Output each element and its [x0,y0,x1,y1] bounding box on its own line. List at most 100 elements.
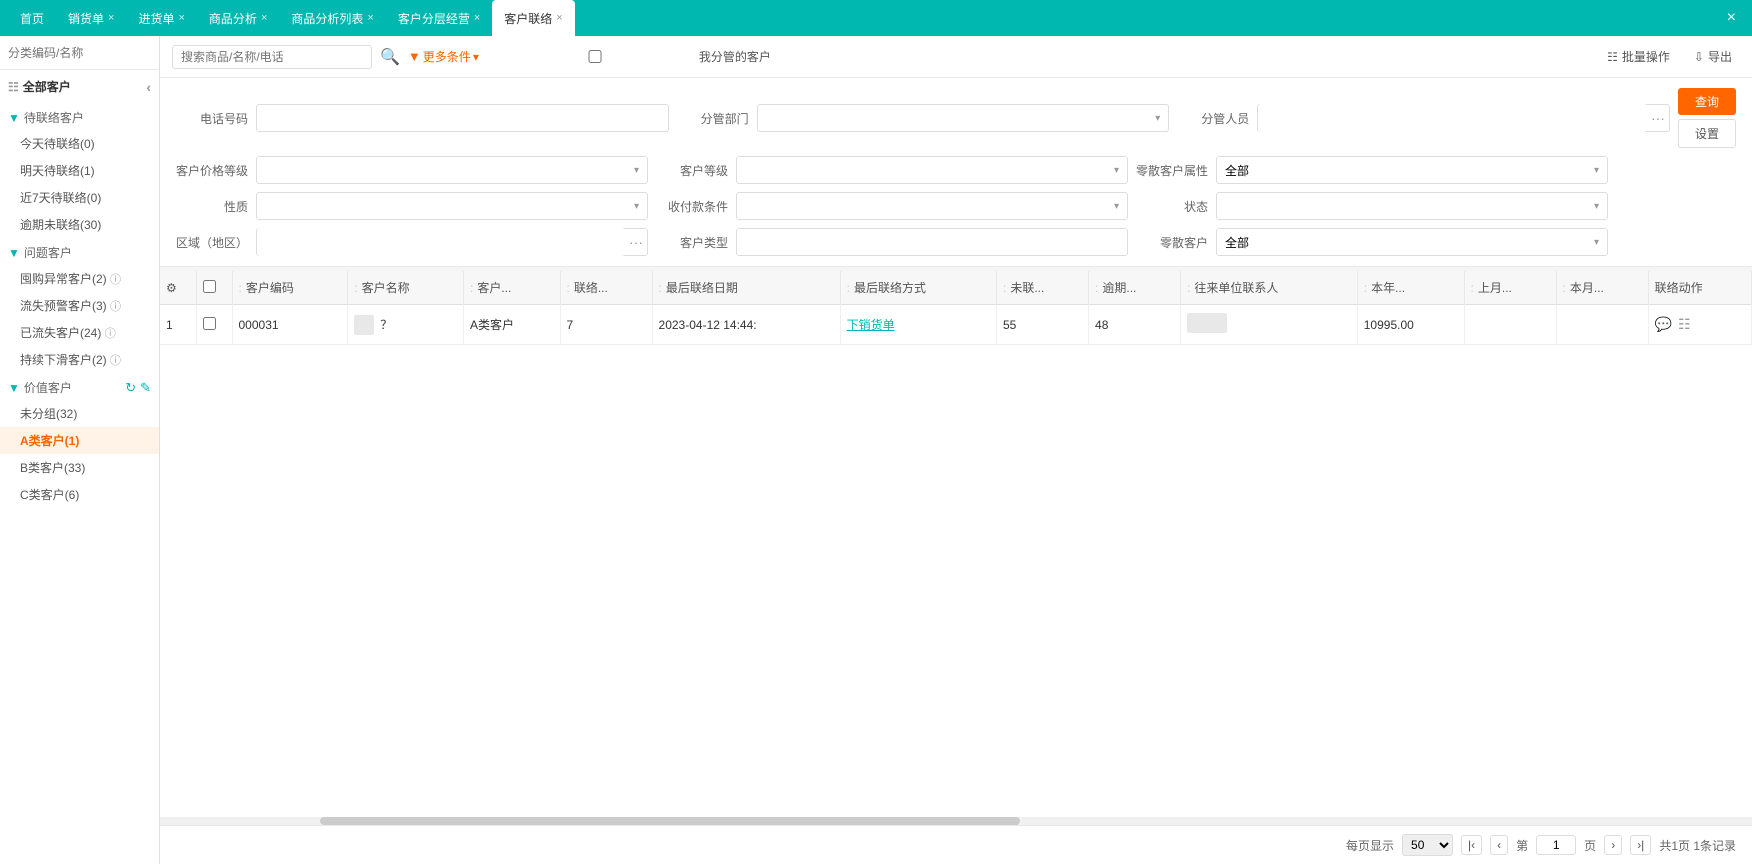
first-page-btn[interactable]: |‹ [1461,835,1482,855]
main-layout: 🔍 ☷ 全部客户 ‹ ▼ 待联络客户 今天待联络(0) 明天待联络(1) 近7天… [0,36,1752,864]
sidebar-churned[interactable]: 已流失客户(24) ⓘ [0,319,159,346]
main-search-icon[interactable]: 🔍 [380,47,400,67]
settings-gear-icon[interactable]: ⚙ [166,281,177,295]
section-pending-contact[interactable]: ▼ 待联络客户 [0,103,159,130]
grid-icon[interactable]: ☷ [1678,316,1691,333]
col-this-year: :本年... [1357,271,1464,305]
department-select[interactable]: ▾ [757,104,1170,132]
filter-row-3: 性质 ▾ 收付款条件 ▾ 状态 [176,192,1736,220]
select-all-checkbox[interactable] [203,280,216,293]
query-btn[interactable]: 查询 [1678,88,1736,115]
nature-select[interactable]: ▾ [256,192,648,220]
horizontal-scrollbar[interactable] [160,817,1752,825]
nav-close-segment[interactable]: × [474,12,480,24]
sidebar-today-contact[interactable]: 今天待联络(0) [0,130,159,157]
refresh-icon[interactable]: ↻ [125,380,136,396]
batch-operation-btn[interactable]: ☷ 批量操作 [1599,44,1678,69]
sidebar-ungrouped[interactable]: 未分组(32) [0,400,159,427]
phone-input[interactable] [256,104,669,132]
section-problem-customers[interactable]: ▼ 问题客户 [0,238,159,265]
filter-row-4: 区域（地区） ··· 客户类型 零散客户 全部 ▾ [176,228,1736,256]
manager-input[interactable] [1258,104,1647,132]
sidebar-hoarding-anomaly[interactable]: 囤购异常客户(2) ⓘ [0,265,159,292]
page-number-input[interactable] [1536,835,1576,855]
sidebar-c-class[interactable]: C类客户(6) [0,481,159,508]
pending-arrow: ▼ [8,111,20,125]
sidebar: 🔍 ☷ 全部客户 ‹ ▼ 待联络客户 今天待联络(0) 明天待联络(1) 近7天… [0,36,160,864]
customer-level-select[interactable]: ▾ [736,156,1128,184]
top-nav: 首页 销货单 × 进货单 × 商品分析 × 商品分析列表 × 客户分层经营 × … [0,0,1752,36]
content-area: 🔍 ▼ 更多条件 ▾ 我分管的客户 ☷ 批量操作 ⇩ 导出 [160,36,1752,864]
row-checkbox[interactable] [203,317,216,330]
filter-retail-attr: 零散客户属性 全部 ▾ [1136,156,1608,184]
sidebar-all-customers[interactable]: ☷ 全部客户 ‹ [0,70,159,103]
col-settings[interactable]: ⚙ [160,271,196,305]
sidebar-a-class[interactable]: A类客户(1) [0,427,159,454]
retail-customer-select[interactable]: 全部 ▾ [1216,228,1608,256]
nature-arrow-icon: ▾ [634,201,639,212]
main-search-input[interactable] [172,45,372,69]
export-btn[interactable]: ⇩ 导出 [1686,44,1740,69]
nav-product-analysis[interactable]: 商品分析 × [197,0,279,36]
filter-manager: 分管人员 ··· [1177,104,1670,132]
cell-code: 000031 [232,305,348,345]
region-input[interactable] [257,228,625,256]
last-page-btn[interactable]: ›| [1630,835,1651,855]
nav-customer-contact[interactable]: 客户联络 × [492,0,574,36]
filter-department: 分管部门 ▾ [677,104,1170,132]
sidebar-declining[interactable]: 持续下滑客户(2) ⓘ [0,346,159,373]
page-prefix-label: 第 [1516,837,1528,854]
filter-row-1: 电话号码 分管部门 ▾ 分管人员 ··· [176,88,1736,148]
filter-row-2: 客户价格等级 ▾ 客户等级 ▾ 零散客户属性 全部 [176,156,1736,184]
page-size-label: 每页显示 [1346,837,1394,854]
price-level-select[interactable]: ▾ [256,156,648,184]
my-customer-checkbox[interactable]: 我分管的客户 [495,48,771,65]
nav-sales-order[interactable]: 销货单 × [56,0,126,36]
filter-customer-type: 客户类型 [656,228,1128,256]
nav-close-analysis[interactable]: × [261,12,267,24]
sidebar-collapse-icon[interactable]: ‹ [146,79,151,95]
filter-payment: 收付款条件 ▾ [656,192,1128,220]
next-page-btn[interactable]: › [1604,835,1622,855]
sidebar-7day-contact[interactable]: 近7天待联络(0) [0,184,159,211]
more-filter-btn[interactable]: ▼ 更多条件 ▾ [408,48,479,65]
cell-last-contact-method[interactable]: 下销货单 [840,305,996,345]
payment-select[interactable]: ▾ [736,192,1128,220]
close-all-tabs[interactable]: × [1719,9,1744,27]
region-more-icon[interactable]: ··· [625,234,647,250]
sidebar-search-input[interactable] [8,46,160,60]
contact-method-link[interactable]: 下销货单 [847,318,895,332]
retail-attr-select[interactable]: 全部 ▾ [1216,156,1608,184]
payment-arrow-icon: ▾ [1114,201,1119,212]
nav-purchase-order[interactable]: 进货单 × [126,0,196,36]
chat-icon[interactable]: 💬 [1655,316,1672,333]
nav-home[interactable]: 首页 [8,0,56,36]
col-contact-count: :联络... [560,271,652,305]
sidebar-churn-warning[interactable]: 流失预警客户(3) ⓘ [0,292,159,319]
my-customer-check[interactable] [495,50,695,63]
manager-more-icon[interactable]: ··· [1647,110,1669,126]
value-arrow[interactable]: ▼ [8,381,20,395]
customer-type-input[interactable] [736,228,1128,256]
retail-customer-arrow-icon: ▾ [1594,237,1599,248]
prev-page-btn[interactable]: ‹ [1490,835,1508,855]
sidebar-overdue-contact[interactable]: 逾期未联络(30) [0,211,159,238]
nav-close-contact[interactable]: × [556,12,562,24]
nav-customer-segment[interactable]: 客户分层经营 × [386,0,492,36]
nav-close-sales[interactable]: × [108,12,114,24]
scrollbar-thumb[interactable] [320,817,1020,825]
col-last-contact-date: :最后联络日期 [652,271,840,305]
sidebar-b-class[interactable]: B类客户(33) [0,454,159,481]
settings-btn[interactable]: 设置 [1678,119,1736,148]
sidebar-tomorrow-contact[interactable]: 明天待联络(1) [0,157,159,184]
page-size-select[interactable]: 50 100 200 [1402,834,1453,856]
cell-index: 1 [160,305,196,345]
status-select[interactable]: ▾ [1216,192,1608,220]
retail-attr-arrow-icon: ▾ [1594,165,1599,176]
export-icon: ⇩ [1694,50,1704,64]
nav-product-analysis-list[interactable]: 商品分析列表 × [279,0,385,36]
edit-icon[interactable]: ✎ [140,380,151,396]
nav-close-purchase[interactable]: × [178,12,184,24]
nav-close-analysis-list[interactable]: × [367,12,373,24]
cell-this-year: 10995.00 [1357,305,1464,345]
